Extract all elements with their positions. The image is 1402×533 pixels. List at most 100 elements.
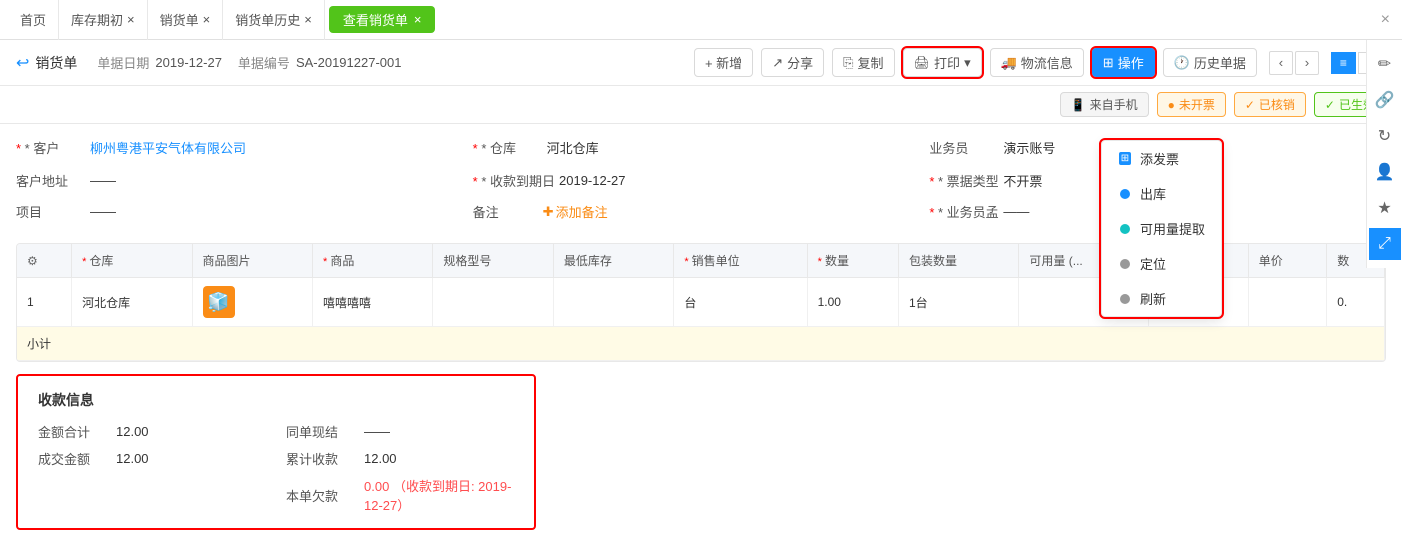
settlement-label: 同单现结: [286, 422, 356, 441]
operations-button[interactable]: ⊞ 操作: [1092, 48, 1155, 77]
debt-label: 本单欠款: [286, 486, 356, 505]
row-product-img: 🧊: [192, 278, 312, 327]
prev-button[interactable]: ‹: [1269, 51, 1293, 75]
available-qty-label: 可用量提取: [1140, 219, 1205, 238]
ticket-type-value: 不开票: [999, 169, 1046, 192]
history-icon: 🕐: [1174, 55, 1190, 71]
operations-label: 操作: [1118, 53, 1144, 72]
refresh-icon: [1118, 292, 1132, 306]
tab-sales-label: 销货单: [160, 10, 199, 29]
tab-inventory[interactable]: 库存期初 ×: [59, 0, 148, 40]
locate-icon: [1118, 257, 1132, 271]
total-value: 12.00: [116, 424, 149, 439]
doc-header: ↩ 销货单 单据日期 2019-12-27 单据编号 SA-20191227-0…: [0, 40, 1402, 86]
verified-button[interactable]: ✓ 已核销: [1234, 92, 1306, 117]
tab-sales-history[interactable]: 销货单历史 ×: [223, 0, 325, 40]
warehouse-label: * 仓库: [473, 138, 543, 157]
doc-type-icon: ↩: [16, 53, 29, 73]
sidebar-refresh-icon[interactable]: ↻: [1369, 120, 1401, 152]
customer-field: * 客户 柳州粤港平安气体有限公司: [16, 136, 473, 159]
subtotal-label: 小计: [17, 327, 1385, 361]
add-note-button[interactable]: ✚ 添加备注: [543, 202, 608, 221]
copy-icon: ⎘: [843, 55, 853, 71]
col-unit-price: 单价: [1248, 244, 1327, 278]
tab-view-sales[interactable]: 查看销货单 ×: [329, 6, 436, 33]
tab-view-sales-close[interactable]: ×: [414, 12, 422, 27]
add-invoice-icon: ⊞: [1118, 152, 1132, 166]
summary-row-cumulative: 累计收款 12.00: [286, 449, 514, 468]
print-button[interactable]: 🖨 打印 ▾: [903, 48, 982, 77]
product-image: 🧊: [203, 286, 235, 318]
subtotal-row: 小计: [17, 327, 1385, 361]
cumulative-value: 12.00: [364, 451, 397, 466]
payment-date-label: * 收款到期日: [473, 171, 555, 190]
sidebar-star-icon[interactable]: ★: [1369, 192, 1401, 224]
tab-sales-history-label: 销货单历史: [235, 10, 300, 29]
available-qty-icon: [1118, 222, 1132, 236]
logistics-label: 物流信息: [1021, 53, 1073, 72]
next-button[interactable]: ›: [1295, 51, 1319, 75]
logistics-button[interactable]: 🚚 物流信息: [990, 48, 1084, 77]
add-note-icon: ✚: [543, 204, 554, 220]
sidebar-expand-icon[interactable]: ⤢: [1369, 228, 1401, 260]
tab-sales-history-close[interactable]: ×: [304, 12, 312, 27]
sidebar-edit-icon[interactable]: ✏: [1369, 48, 1401, 80]
status-bar: 📱 来自手机 ● 未开票 ✓ 已核销 ✓ 已生效: [0, 86, 1402, 124]
cumulative-label: 累计收款: [286, 449, 356, 468]
share-label: 分享: [787, 53, 813, 72]
project-field: 项目 ——: [16, 202, 473, 221]
sidebar-user-icon[interactable]: 👤: [1369, 156, 1401, 188]
outbound-icon: [1118, 187, 1132, 201]
settings-icon[interactable]: ⚙: [27, 254, 38, 268]
not-open-button[interactable]: ● 未开票: [1157, 92, 1226, 117]
doc-number-field: 单据编号 SA-20191227-001: [238, 53, 402, 72]
warehouse-field: * 仓库 河北仓库: [473, 136, 930, 159]
tab-sales[interactable]: 销货单 ×: [148, 0, 224, 40]
share-icon: ↗: [772, 55, 783, 71]
customer-value[interactable]: 柳州粤港平安气体有限公司: [86, 136, 250, 159]
col-warehouse: 仓库: [72, 244, 192, 278]
main-content: ↩ 销货单 单据日期 2019-12-27 单据编号 SA-20191227-0…: [0, 40, 1402, 533]
menu-item-locate[interactable]: 定位: [1102, 246, 1221, 281]
payment-date-field: * 收款到期日 2019-12-27: [473, 171, 930, 190]
list-view-button[interactable]: ≡: [1331, 52, 1356, 74]
menu-item-available-qty[interactable]: 可用量提取: [1102, 211, 1221, 246]
salesman2-value: ——: [999, 202, 1033, 221]
menu-item-outbound[interactable]: 出库: [1102, 176, 1221, 211]
from-phone-button[interactable]: 📱 来自手机: [1060, 92, 1149, 117]
row-pack-qty: 1台: [898, 278, 1018, 327]
menu-item-add-invoice[interactable]: ⊞ 添发票: [1102, 141, 1221, 176]
copy-button[interactable]: ⎘ 复制: [832, 48, 894, 77]
project-value: ——: [86, 202, 120, 221]
not-open-label: 未开票: [1179, 96, 1215, 113]
row-unit-price: [1248, 278, 1327, 327]
history-button[interactable]: 🕐 历史单据: [1163, 48, 1257, 77]
note-field: 备注 ✚ 添加备注: [473, 202, 930, 221]
nav-buttons: ‹ ›: [1269, 51, 1319, 75]
project-label: 项目: [16, 202, 86, 221]
add-invoice-label: 添发票: [1140, 149, 1179, 168]
new-button[interactable]: + 新增: [694, 48, 753, 77]
menu-item-refresh[interactable]: 刷新: [1102, 281, 1221, 316]
locate-label: 定位: [1140, 254, 1166, 273]
tab-sales-close[interactable]: ×: [203, 12, 211, 27]
operations-icon: ⊞: [1103, 55, 1114, 71]
tab-home[interactable]: 首页: [8, 0, 59, 40]
sidebar-link-icon[interactable]: 🔗: [1369, 84, 1401, 116]
doc-date-value: 2019-12-27: [155, 55, 222, 70]
salesman-label: 业务员: [929, 138, 999, 157]
col-min-stock: 最低库存: [553, 244, 673, 278]
summary-row-settlement: 同单现结 ——: [286, 422, 514, 441]
col-settings[interactable]: ⚙: [17, 244, 72, 278]
summary-row-total: 金额合计 12.00: [38, 422, 266, 441]
tab-inventory-close[interactable]: ×: [127, 12, 135, 27]
share-button[interactable]: ↗ 分享: [761, 48, 824, 77]
row-warehouse: 河北仓库: [72, 278, 192, 327]
warehouse-value: 河北仓库: [543, 136, 603, 159]
deal-value: 12.00: [116, 451, 149, 466]
window-close-button[interactable]: ×: [1381, 11, 1390, 29]
toolbar-right: + 新增 ↗ 分享 ⎘ 复制 🖨 打印 ▾ 🚚 物流信息 ⊞ 操作: [694, 48, 1386, 77]
verified-label: 已核销: [1259, 96, 1295, 113]
summary-row-debt: 本单欠款 0.00 （收款到期日: 2019-12-27）: [286, 476, 514, 514]
row-amount: 0.: [1327, 278, 1385, 327]
